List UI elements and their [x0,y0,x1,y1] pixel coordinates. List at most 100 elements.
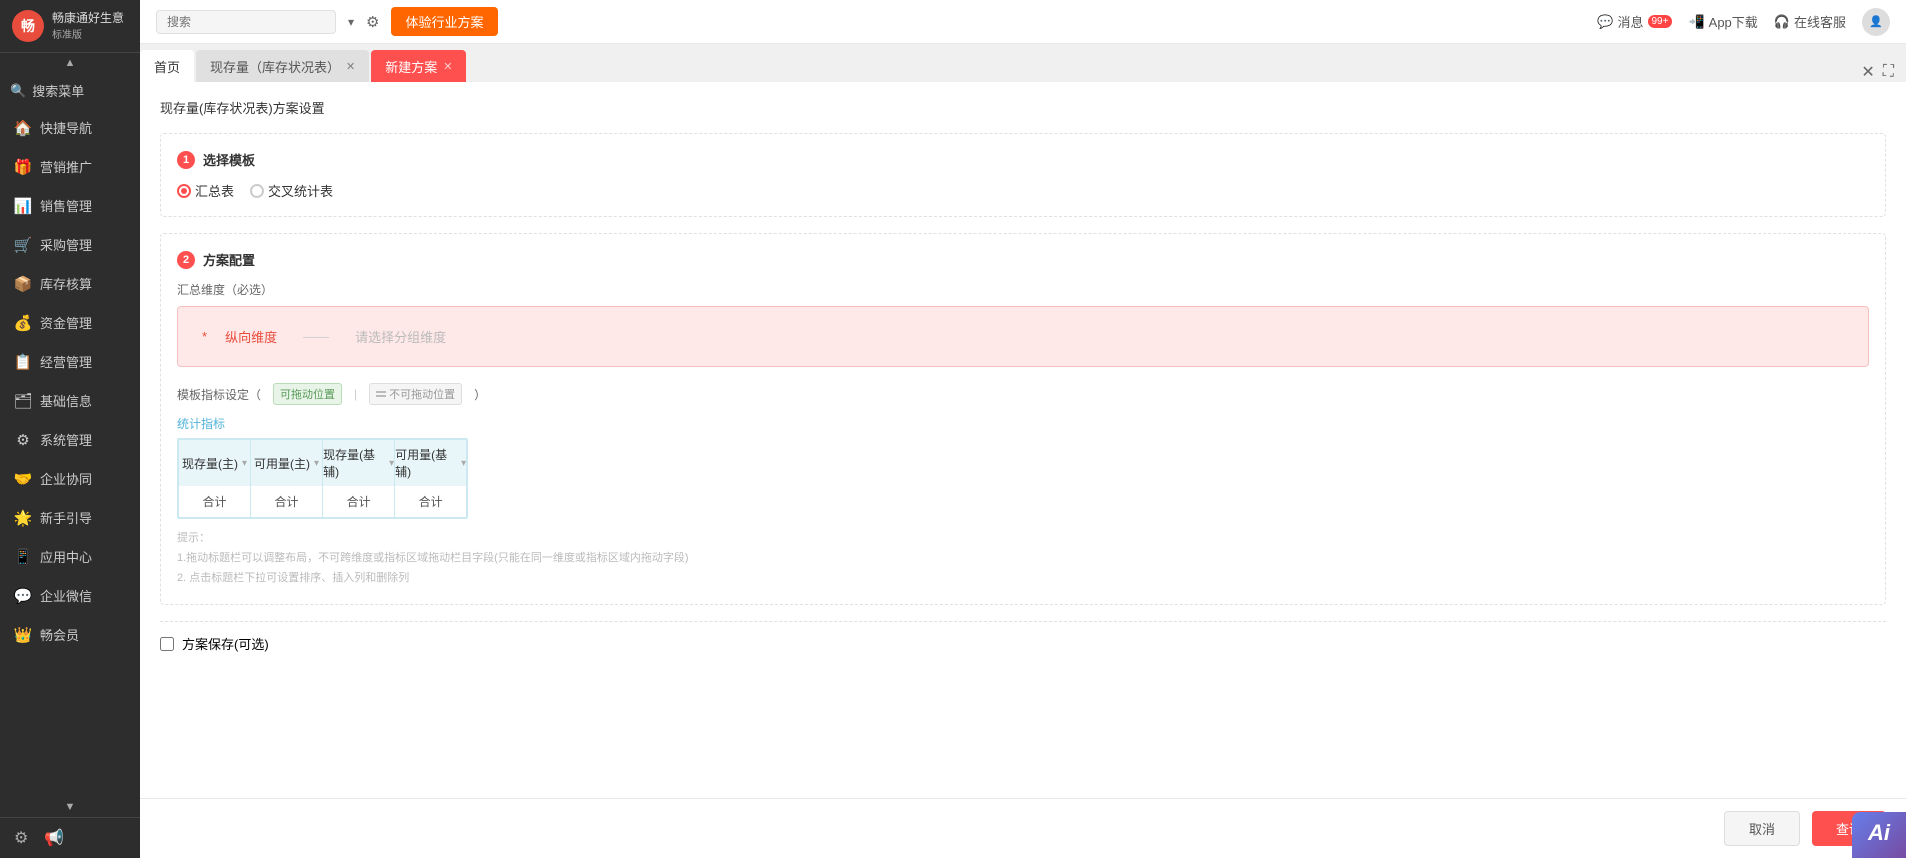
topbar-right: 💬 消息 99+ 📲 App下载 🎧 在线客服 👤 [1597,8,1890,36]
radio-summary-circle [177,184,191,198]
template-label: 模板指标设定（ 可拖动位置 | 不可拖动位置 ） [177,383,1869,405]
topbar: ▾ ⚙ 体验行业方案 💬 消息 99+ 📲 App下载 🎧 在线客服 👤 [140,0,1906,44]
app-center-icon: 📱 [14,548,32,566]
stats-cell-1: 合计 [179,486,251,517]
app-download-icon: 📲 [1688,14,1704,30]
topbar-search-input[interactable] [156,10,336,34]
topbar-dropdown-icon[interactable]: ▾ [348,15,354,29]
tab-inventory-status[interactable]: 现存量（库存状况表） ✕ [196,50,369,82]
operations-icon: 📋 [14,353,32,371]
sidebar-item-inventory[interactable]: 📦 库存核算 [0,264,140,303]
tab-new-plan-close-icon[interactable]: ✕ [443,60,452,73]
col3-chevron-icon: ▾ [389,458,394,469]
draggable-badge: 可拖动位置 [273,383,342,405]
purchase-icon: 🛒 [14,236,32,254]
sidebar-item-system[interactable]: ⚙ 系统管理 [0,420,140,459]
col-header-3[interactable]: 现存量(基辅) ▾ [323,440,395,486]
sidebar-item-basic-info[interactable]: 🗂 基础信息 [0,381,140,420]
tips-section: 提示： 1.拖动标题栏可以调整布局，不可跨维度或指标区域拖动栏目字段(只能在同一… [177,529,1869,588]
settings-icon[interactable]: ⚙ [14,828,28,848]
sidebar-item-quick-nav[interactable]: 🏠 快捷导航 [0,108,140,147]
vertical-dim-placeholder: 请选择分组维度 [355,327,446,346]
col1-chevron-icon: ▾ [242,458,247,469]
save-label: 方案保存(可选) [182,634,269,653]
tab-close-btn[interactable]: ✕ [1861,62,1874,82]
sidebar-item-new-guide[interactable]: 🌟 新手引导 [0,498,140,537]
statistics-section: 统计指标 现存量(主) ▾ 可用量(主) ▾ [177,415,1869,519]
section1-header: 1 选择模板 [177,150,1869,169]
trial-btn[interactable]: 体验行业方案 [391,7,497,36]
app-download-btn[interactable]: 📲 App下载 [1688,12,1757,31]
col2-chevron-icon: ▾ [314,458,319,469]
section-config: 2 方案配置 汇总维度（必选） * 纵向维度 —— 请选择分组维度 模板指标设定… [160,233,1886,605]
sidebar-item-app-center[interactable]: 📱 应用中心 [0,537,140,576]
speaker-icon[interactable]: 📢 [44,828,64,848]
ai-badge[interactable]: Ai [1852,812,1906,858]
statistics-title: 统计指标 [177,415,1869,432]
sidebar-item-wechat[interactable]: 💬 企业微信 [0,576,140,615]
tab-inventory-close-icon[interactable]: ✕ [346,60,355,73]
footer-bar: 取消 查询 [140,798,1906,858]
marketing-icon: 🎁 [14,158,32,176]
col-header-1[interactable]: 现存量(主) ▾ [179,440,251,486]
sidebar-item-operations[interactable]: 📋 经营管理 [0,342,140,381]
content-area: 现存量(库存状况表)方案设置 1 选择模板 汇总表 交叉统计表 2 [140,82,1906,798]
stats-cell-3: 合计 [323,486,395,517]
topbar-gear-icon[interactable]: ⚙ [366,13,379,31]
stats-body-row: 合计 合计 合计 合计 [178,486,467,518]
stats-cell-4: 合计 [395,486,466,517]
section-template: 1 选择模板 汇总表 交叉统计表 [160,133,1886,217]
col4-chevron-icon: ▾ [461,458,466,469]
logo-text: 畅康通好生意 标准版 [52,11,124,42]
sidebar-item-purchase[interactable]: 🛒 采购管理 [0,225,140,264]
tabbar: 首页 现存量（库存状况表） ✕ 新建方案 ✕ ✕ ⛶ [140,44,1906,82]
pink-dash: —— [303,329,329,344]
sidebar-search[interactable]: 🔍 搜索菜单 [0,73,140,108]
messages-btn[interactable]: 💬 消息 99+ [1597,12,1672,31]
sidebar-item-finance[interactable]: 💰 资金管理 [0,303,140,342]
sales-icon: 📊 [14,197,32,215]
tab-home[interactable]: 首页 [140,50,194,82]
basic-info-icon: 🗂 [14,392,32,410]
sidebar-item-vip[interactable]: 👑 畅会员 [0,615,140,654]
template-indicator-section: 模板指标设定（ 可拖动位置 | 不可拖动位置 ） 统计指标 [177,383,1869,588]
col-header-2[interactable]: 可用量(主) ▾ [251,440,323,486]
sidebar-bottom: ⚙ 📢 [0,817,140,858]
quick-nav-icon: 🏠 [14,119,32,137]
radio-cross[interactable]: 交叉统计表 [250,181,333,200]
page-title: 现存量(库存状况表)方案设置 [160,98,1886,117]
cooperation-icon: 🤝 [14,470,32,488]
sidebar-logo: 畅 畅康通好生意 标准版 [0,0,140,53]
logo-icon: 畅 [12,10,44,42]
save-section: 方案保存(可选) [160,621,1886,665]
radio-cross-circle [250,184,264,198]
user-avatar[interactable]: 👤 [1862,8,1890,36]
online-service-btn[interactable]: 🎧 在线客服 [1774,12,1846,31]
non-draggable-badge: 不可拖动位置 [369,383,462,405]
vertical-dim-label: 纵向维度 [225,327,277,346]
required-mark: * [202,329,207,344]
vip-icon: 👑 [14,626,32,644]
sidebar-item-sales[interactable]: 📊 销售管理 [0,186,140,225]
cancel-button[interactable]: 取消 [1724,811,1800,846]
sidebar-item-marketing[interactable]: 🎁 营销推广 [0,147,140,186]
stats-header-row: 现存量(主) ▾ 可用量(主) ▾ 现存量(基辅) ▾ [178,439,467,486]
sidebar-scroll-up[interactable]: ▲ [0,53,140,73]
tab-new-plan[interactable]: 新建方案 ✕ [371,50,466,82]
section2-header: 2 方案配置 [177,250,1869,269]
tabbar-controls: ✕ ⛶ [1861,62,1906,82]
inventory-icon: 📦 [14,275,32,293]
sidebar-scroll-down[interactable]: ▼ [0,797,140,817]
new-guide-icon: 🌟 [14,509,32,527]
save-checkbox[interactable] [160,637,174,651]
sidebar: 畅 畅康通好生意 标准版 ▲ 🔍 搜索菜单 🏠 快捷导航 🎁 营销推广 📊 销售… [0,0,140,858]
radio-summary[interactable]: 汇总表 [177,181,234,200]
col-header-4[interactable]: 可用量(基辅) ▾ [395,440,466,486]
vertical-dim-area[interactable]: * 纵向维度 —— 请选择分组维度 [177,306,1869,367]
tab-expand-btn[interactable]: ⛶ [1883,63,1894,81]
summary-dim-label: 汇总维度（必选） [177,281,1869,298]
message-icon: 💬 [1597,14,1613,30]
template-radio-group: 汇总表 交叉统计表 [177,181,1869,200]
sidebar-nav: 🏠 快捷导航 🎁 营销推广 📊 销售管理 🛒 采购管理 📦 库存核算 💰 资金管… [0,108,140,797]
sidebar-item-cooperation[interactable]: 🤝 企业协同 [0,459,140,498]
